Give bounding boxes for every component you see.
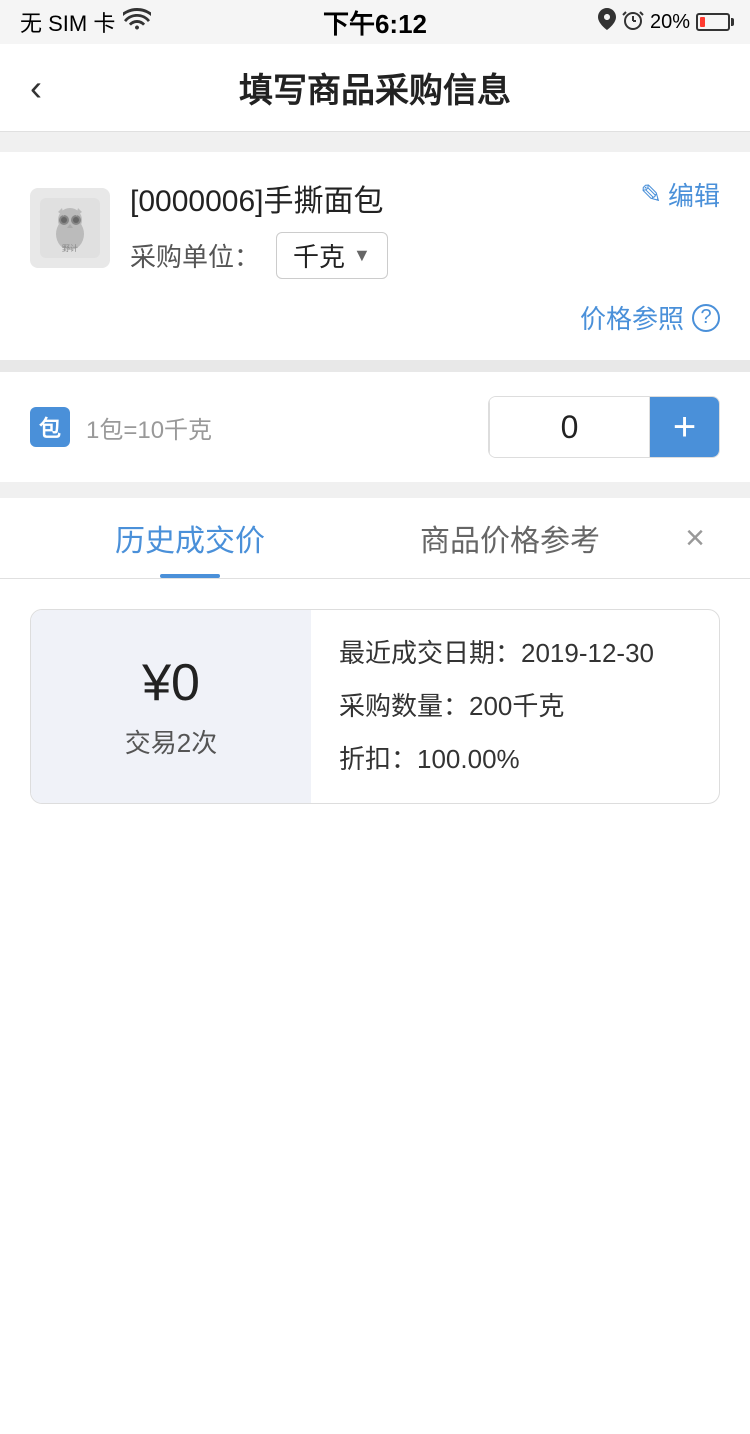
section-divider: [0, 360, 750, 372]
quantity-left: 包 1包=10千克: [30, 407, 212, 447]
close-panel-button[interactable]: ×: [670, 513, 720, 563]
history-discount-row: 折扣：100.00%: [339, 740, 691, 779]
quantity-input[interactable]: [489, 397, 649, 457]
price-ref-label[interactable]: 价格参照: [580, 299, 684, 336]
status-bar: 无 SIM 卡 下午6:12 20%: [0, 0, 750, 44]
product-price-row: 价格参照 ?: [30, 299, 720, 336]
quantity-control: +: [488, 396, 720, 458]
history-content: ¥0 交易2次 最近成交日期：2019-12-30 采购数量：200千克 折扣：…: [0, 579, 750, 834]
history-price-value: ¥0: [142, 653, 200, 713]
product-logo-icon: 野计: [40, 198, 100, 258]
date-label: 最近成交日期：: [339, 638, 521, 668]
tab-product-label: 商品价格参考: [420, 516, 600, 560]
edit-pencil-icon: ✎: [640, 179, 662, 210]
status-time: 下午6:12: [323, 4, 427, 41]
history-qty-row: 采购数量：200千克: [339, 687, 691, 726]
product-thumbnail: 野计: [30, 188, 110, 268]
status-left: 无 SIM 卡: [20, 6, 151, 38]
tab-history-price[interactable]: 历史成交价: [30, 498, 350, 578]
qty-label: 采购数量：: [339, 691, 469, 721]
quantity-row: 包 1包=10千克 +: [0, 372, 750, 482]
date-value: 2019-12-30: [521, 638, 654, 668]
history-details: 最近成交日期：2019-12-30 采购数量：200千克 折扣：100.00%: [311, 610, 719, 803]
price-panel: 历史成交价 商品价格参考 × ¥0 交易2次 最近成交日期：2019-12-30…: [0, 498, 750, 834]
alarm-icon: [622, 8, 644, 36]
tab-product-price-ref[interactable]: 商品价格参考: [350, 498, 670, 578]
discount-label: 折扣：: [339, 744, 417, 774]
history-card: ¥0 交易2次 最近成交日期：2019-12-30 采购数量：200千克 折扣：…: [30, 609, 720, 804]
carrier-text: 无 SIM 卡: [20, 6, 115, 38]
product-left: 野计 [0000006]手撕面包 采购单位： 千克 ▼: [30, 176, 388, 279]
history-date-row: 最近成交日期：2019-12-30: [339, 634, 691, 673]
history-price-summary: ¥0 交易2次: [31, 610, 311, 803]
battery-icon: [696, 13, 730, 31]
page-bottom: [0, 834, 750, 1434]
qty-value: 200千克: [469, 691, 564, 721]
unit-select[interactable]: 千克 ▼: [276, 232, 388, 279]
quantity-unit-box: 包: [30, 407, 70, 447]
product-unit-row: 采购单位： 千克 ▼: [130, 232, 388, 279]
help-icon[interactable]: ?: [692, 304, 720, 332]
location-icon: [598, 8, 616, 36]
wifi-icon: [123, 8, 151, 36]
quantity-conversion: 1包=10千克: [86, 410, 212, 445]
history-trade-count: 交易2次: [125, 723, 217, 760]
back-button[interactable]: ‹: [30, 67, 90, 109]
unit-caret-icon: ▼: [353, 245, 371, 266]
page-title: 填写商品采购信息: [239, 63, 511, 112]
product-info: [0000006]手撕面包 采购单位： 千克 ▼: [130, 176, 388, 279]
edit-button[interactable]: ✎ 编辑: [640, 176, 720, 213]
status-right: 20%: [598, 8, 730, 36]
tab-history-label: 历史成交价: [115, 516, 265, 560]
quantity-plus-button[interactable]: +: [649, 397, 719, 457]
edit-label: 编辑: [668, 176, 720, 213]
unit-label: 采购单位：: [130, 237, 260, 274]
svg-text:野计: 野计: [62, 243, 78, 253]
product-name: [0000006]手撕面包: [130, 176, 388, 220]
unit-value: 千克: [293, 237, 345, 274]
nav-bar: ‹ 填写商品采购信息: [0, 44, 750, 132]
product-top-row: 野计 [0000006]手撕面包 采购单位： 千克 ▼ ✎ 编辑: [30, 176, 720, 279]
battery-percent: 20%: [650, 11, 690, 34]
product-card: 野计 [0000006]手撕面包 采购单位： 千克 ▼ ✎ 编辑 价格参照 ?: [0, 152, 750, 360]
discount-value: 100.00%: [417, 744, 520, 774]
price-panel-tabs: 历史成交价 商品价格参考 ×: [0, 498, 750, 579]
